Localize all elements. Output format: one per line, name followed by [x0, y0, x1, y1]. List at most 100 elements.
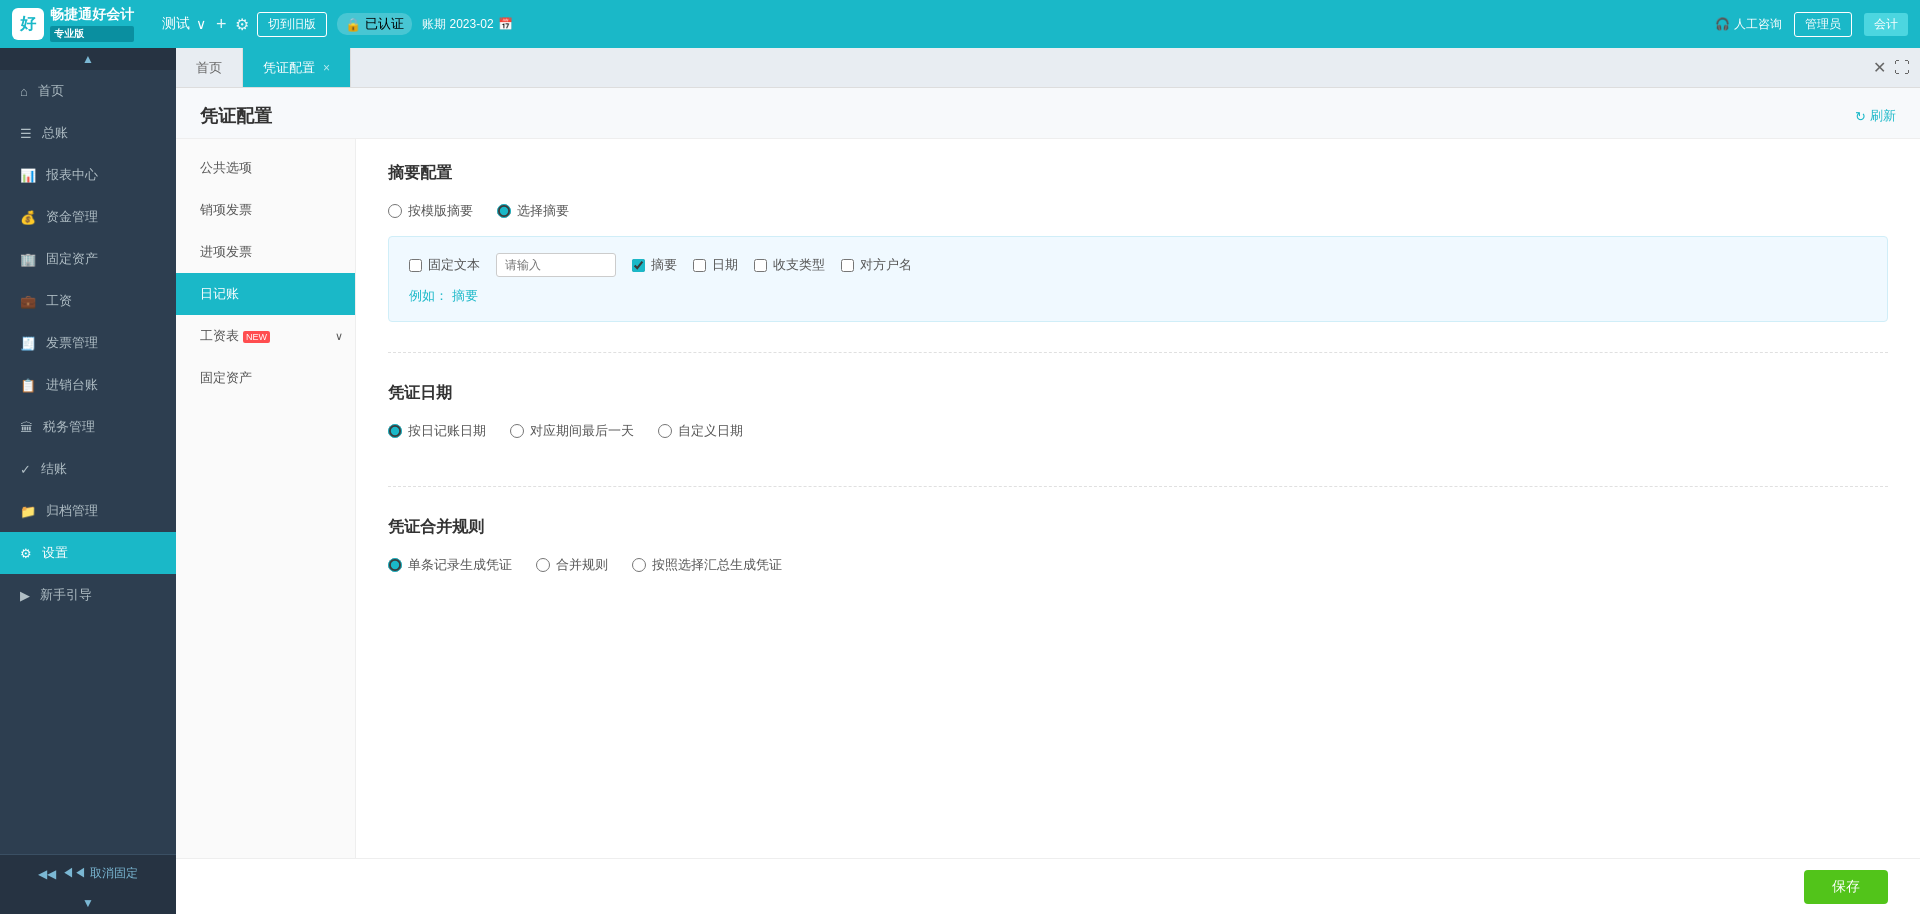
fixed-text-checkbox-input[interactable]: [409, 259, 422, 272]
summary-checkbox-input[interactable]: [632, 259, 645, 272]
refresh-button[interactable]: ↻ 刷新: [1855, 107, 1896, 125]
tab-凭证配置[interactable]: 凭证配置×: [243, 48, 351, 87]
page-header: 凭证配置 ↻ 刷新: [176, 88, 1920, 139]
merge-radio-rules-input[interactable]: [536, 558, 550, 572]
summary-radio-template-input[interactable]: [388, 204, 402, 218]
content-area: 首页 凭证配置× ✕ ⛶ 凭证配置 ↻ 刷新 公共选项销项发票进项发票日记账工资表…: [176, 48, 1920, 914]
date-radio-custom-input[interactable]: [658, 424, 672, 438]
tab-close-icon[interactable]: ×: [323, 61, 330, 75]
fixed-text-label: 固定文本: [428, 256, 480, 274]
tab-bar: 首页 凭证配置× ✕ ⛶: [176, 48, 1920, 88]
sidebar-item-首页[interactable]: ⌂首页: [0, 70, 176, 112]
sidebar-item-报表中心[interactable]: 📊报表中心: [0, 154, 176, 196]
income-type-checkbox[interactable]: 收支类型: [754, 256, 825, 274]
logo-sub: 专业版: [50, 26, 134, 42]
left-nav-item-固定资产[interactable]: 固定资产: [176, 357, 355, 399]
fixed-text-input[interactable]: [496, 253, 616, 277]
merge-radio-single-label: 单条记录生成凭证: [408, 556, 512, 574]
add-button[interactable]: +: [216, 14, 227, 35]
sidebar-item-结账[interactable]: ✓结账: [0, 448, 176, 490]
date-radio-last-day[interactable]: 对应期间最后一天: [510, 422, 634, 440]
refresh-icon: ↻: [1855, 109, 1866, 124]
period-label: 账期: [422, 16, 446, 33]
merge-radio-summary[interactable]: 按照选择汇总生成凭证: [632, 556, 782, 574]
sidebar-scroll-down[interactable]: ▼: [0, 892, 176, 914]
sidebar-icon: 📋: [20, 378, 36, 393]
topbar-actions: + ⚙ 切到旧版: [216, 12, 327, 37]
sidebar: ▲ ⌂首页☰总账📊报表中心 💰 资金管理 🏢固定资产💼工资🧾发票管理📋进销台账🏛税务管…: [0, 48, 176, 914]
summary-radio-template-label: 按模版摘要: [408, 202, 473, 220]
manager-button[interactable]: 管理员: [1794, 12, 1852, 37]
merge-rules-radio-group: 单条记录生成凭证 合并规则 按照选择汇总生成凭证: [388, 556, 1888, 574]
example-value: 摘要: [452, 288, 478, 303]
page-content: 凭证配置 ↻ 刷新 公共选项销项发票进项发票日记账工资表NEW∨固定资产 摘要配…: [176, 88, 1920, 914]
left-nav-label: 进项发票: [200, 244, 252, 259]
date-checkbox-input[interactable]: [693, 259, 706, 272]
sidebar-item-资金管理[interactable]: 💰 资金管理: [0, 196, 176, 238]
cancel-pin-button[interactable]: ◀◀ ◀◀ 取消固定: [0, 855, 176, 892]
calendar-icon[interactable]: 📅: [498, 17, 513, 31]
summary-radio-select[interactable]: 选择摘要: [497, 202, 569, 220]
pin-icon: ◀◀: [38, 867, 56, 881]
counterpart-checkbox-input[interactable]: [841, 259, 854, 272]
sidebar-label: 归档管理: [46, 502, 98, 520]
left-nav-item-进项发票[interactable]: 进项发票: [176, 231, 355, 273]
merge-radio-single-input[interactable]: [388, 558, 402, 572]
save-button[interactable]: 保存: [1804, 870, 1888, 904]
sidebar-label: 税务管理: [43, 418, 95, 436]
income-type-label: 收支类型: [773, 256, 825, 274]
sidebar-item-设置[interactable]: ⚙设置: [0, 532, 176, 574]
merge-radio-summary-input[interactable]: [632, 558, 646, 572]
role-button[interactable]: 会计: [1864, 13, 1908, 36]
income-type-checkbox-input[interactable]: [754, 259, 767, 272]
counterpart-checkbox[interactable]: 对方户名: [841, 256, 912, 274]
date-radio-last-day-label: 对应期间最后一天: [530, 422, 634, 440]
save-bar: 保存: [176, 858, 1920, 914]
summary-radio-template[interactable]: 按模版摘要: [388, 202, 473, 220]
sidebar-icon: ☰: [20, 126, 32, 141]
sidebar-label: 资金管理: [46, 208, 98, 226]
summary-checkbox[interactable]: 摘要: [632, 256, 677, 274]
sidebar-icon: 💰: [20, 210, 36, 225]
sidebar-item-工资[interactable]: 💼工资: [0, 280, 176, 322]
tab-首页[interactable]: 首页: [176, 48, 243, 87]
date-checkbox[interactable]: 日期: [693, 256, 738, 274]
gear-button[interactable]: ⚙: [235, 15, 249, 34]
left-nav-item-工资表[interactable]: 工资表NEW∨: [176, 315, 355, 357]
left-nav-item-日记账[interactable]: 日记账: [176, 273, 355, 315]
period-info: 账期 2023-02 📅: [422, 16, 513, 33]
date-radio-journal[interactable]: 按日记账日期: [388, 422, 486, 440]
sidebar-label: 结账: [41, 460, 67, 478]
left-nav-item-销项发票[interactable]: 销项发票: [176, 189, 355, 231]
summary-config-section: 摘要配置 按模版摘要 选择摘要: [388, 163, 1888, 353]
sidebar-item-总账[interactable]: ☰总账: [0, 112, 176, 154]
old-version-button[interactable]: 切到旧版: [257, 12, 327, 37]
sidebar-scroll-up[interactable]: ▲: [0, 48, 176, 70]
left-nav: 公共选项销项发票进项发票日记账工资表NEW∨固定资产: [176, 139, 356, 858]
tab-label: 首页: [196, 59, 222, 77]
date-radio-journal-input[interactable]: [388, 424, 402, 438]
sidebar-item-固定资产[interactable]: 🏢固定资产: [0, 238, 176, 280]
close-tab-button[interactable]: ✕: [1873, 58, 1886, 77]
date-radio-last-day-input[interactable]: [510, 424, 524, 438]
sidebar-item-新手引导[interactable]: ▶新手引导: [0, 574, 176, 616]
project-selector[interactable]: 测试 ∨: [162, 15, 206, 33]
merge-radio-rules[interactable]: 合并规则: [536, 556, 608, 574]
date-radio-custom[interactable]: 自定义日期: [658, 422, 743, 440]
summary-config-box: 固定文本 摘要 日期: [388, 236, 1888, 322]
example-prefix: 例如：: [409, 288, 448, 303]
left-nav-item-公共选项[interactable]: 公共选项: [176, 147, 355, 189]
merge-radio-single[interactable]: 单条记录生成凭证: [388, 556, 512, 574]
sidebar-item-归档管理[interactable]: 📁归档管理: [0, 490, 176, 532]
voucher-date-section: 凭证日期 按日记账日期 对应期间最后一天: [388, 383, 1888, 487]
sidebar-item-发票管理[interactable]: 🧾发票管理: [0, 322, 176, 364]
consult-button[interactable]: 🎧 人工咨询: [1715, 16, 1782, 33]
fixed-text-checkbox[interactable]: 固定文本: [409, 256, 480, 274]
sidebar-label: 工资: [46, 292, 72, 310]
expand-tab-button[interactable]: ⛶: [1894, 59, 1910, 77]
sidebar-item-进销台账[interactable]: 📋进销台账: [0, 364, 176, 406]
sidebar-icon: ⌂: [20, 84, 28, 99]
sidebar-item-税务管理[interactable]: 🏛税务管理: [0, 406, 176, 448]
topbar: 好 畅捷通好会计 专业版 测试 ∨ + ⚙ 切到旧版 🔒 已认证 账期 2023…: [0, 0, 1920, 48]
summary-radio-select-input[interactable]: [497, 204, 511, 218]
